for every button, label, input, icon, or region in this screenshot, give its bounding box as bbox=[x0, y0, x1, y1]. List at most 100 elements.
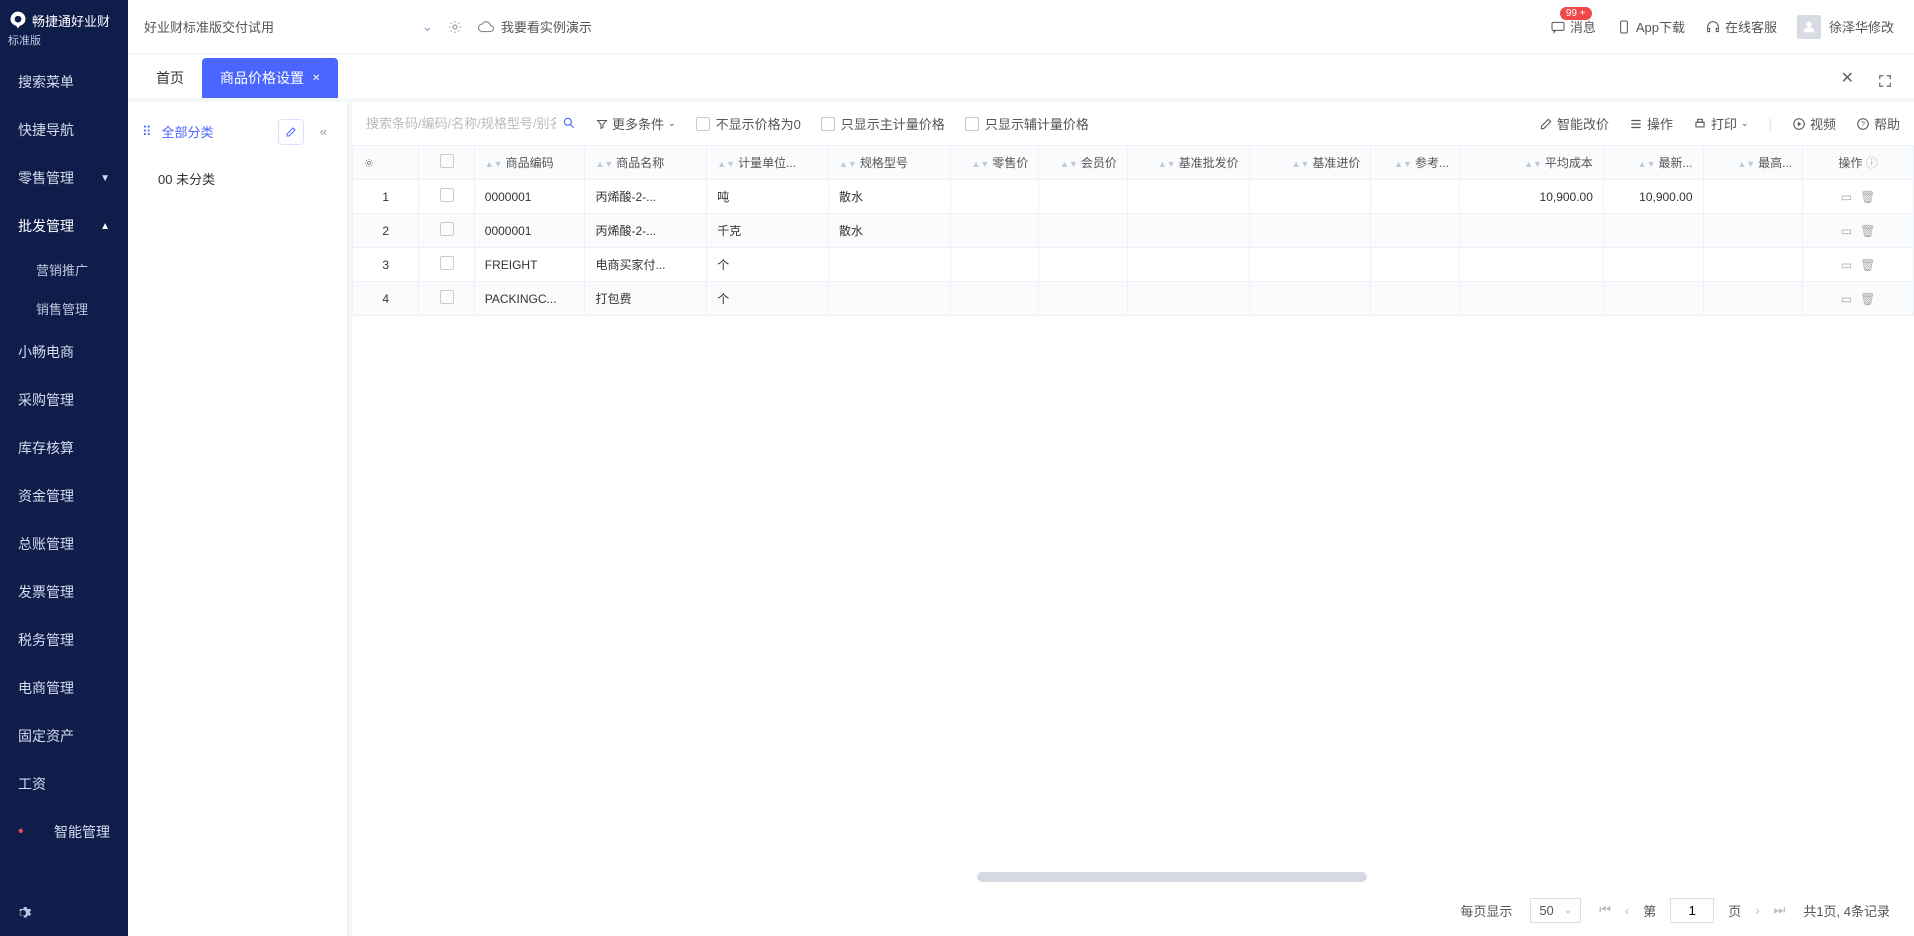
nav-ledger[interactable]: 总账管理 bbox=[0, 520, 128, 568]
nav-retail[interactable]: 零售管理▼ bbox=[0, 154, 128, 202]
help-icon[interactable]: ⓘ bbox=[1866, 156, 1878, 170]
sidebar: 畅捷通好业财 标准版 搜索菜单 快捷导航 零售管理▼ 批发管理▲ 营销推广 销售… bbox=[0, 0, 128, 936]
row-edit-button[interactable]: ▭ bbox=[1841, 190, 1852, 204]
nav-assets[interactable]: 固定资产 bbox=[0, 712, 128, 760]
edit-icon bbox=[285, 126, 297, 138]
col-max[interactable]: ▲▼最高... bbox=[1703, 146, 1803, 180]
tab-price-settings[interactable]: 商品价格设置 ✕ bbox=[202, 58, 338, 98]
col-checkbox[interactable] bbox=[419, 146, 474, 180]
support-button[interactable]: 在线客服 bbox=[1705, 17, 1777, 36]
cloud-icon bbox=[477, 18, 495, 36]
col-wholesale[interactable]: ▲▼基准批发价 bbox=[1127, 146, 1249, 180]
org-settings[interactable] bbox=[447, 19, 463, 35]
checkbox-hide-zero[interactable]: 不显示价格为0 bbox=[696, 114, 801, 133]
nav-wholesale[interactable]: 批发管理▲ bbox=[0, 202, 128, 250]
nav-ecommerce[interactable]: 电商管理 bbox=[0, 664, 128, 712]
brand-subtitle: 标准版 bbox=[0, 32, 128, 58]
nav-inventory[interactable]: 库存核算 bbox=[0, 424, 128, 472]
user-menu[interactable]: 徐泽华修改 bbox=[1797, 15, 1894, 39]
checkbox-main-unit[interactable]: 只显示主计量价格 bbox=[821, 114, 945, 133]
row-edit-button[interactable]: ▭ bbox=[1841, 258, 1852, 272]
chevron-down-icon: ▼ bbox=[100, 173, 110, 184]
row-delete-button[interactable]: 🗑 bbox=[1860, 224, 1875, 238]
nav-ai[interactable]: 智能管理 bbox=[0, 808, 128, 856]
fullscreen-button[interactable] bbox=[1866, 64, 1904, 98]
category-item-uncategorized[interactable]: 00 未分类 bbox=[128, 161, 347, 196]
table-row[interactable]: 10000001丙烯酸-2-...吨散水10,900.0010,900.00▭🗑 bbox=[353, 180, 1914, 214]
collapse-panel-button[interactable]: « bbox=[314, 114, 333, 149]
tab-home[interactable]: 首页 bbox=[138, 58, 202, 98]
demo-link[interactable]: 我要看实例演示 bbox=[477, 17, 592, 36]
edit-icon bbox=[1539, 117, 1553, 131]
row-delete-button[interactable]: 🗑 bbox=[1860, 190, 1875, 204]
nav-shortcut[interactable]: 快捷导航 bbox=[0, 106, 128, 154]
horizontal-scrollbar[interactable] bbox=[352, 872, 1914, 884]
expand-icon bbox=[1878, 74, 1892, 88]
nav-wholesale-sales[interactable]: 销售管理 bbox=[0, 289, 128, 328]
settings-button[interactable] bbox=[0, 890, 128, 936]
row-delete-button[interactable]: 🗑 bbox=[1860, 292, 1875, 306]
col-settings[interactable] bbox=[353, 146, 419, 180]
next-page-button[interactable]: › bbox=[1755, 903, 1759, 918]
row-checkbox[interactable] bbox=[440, 188, 454, 202]
page-number-input[interactable] bbox=[1670, 898, 1714, 923]
col-name[interactable]: ▲▼商品名称 bbox=[585, 146, 707, 180]
smart-price-button[interactable]: 智能改价 bbox=[1539, 114, 1609, 133]
org-selector[interactable]: 好业财标准版交付试用 ⌄ bbox=[144, 17, 433, 36]
col-retail[interactable]: ▲▼零售价 bbox=[950, 146, 1039, 180]
close-all-button[interactable]: ✕ bbox=[1829, 58, 1866, 98]
more-filters-button[interactable]: 更多条件 ⌄ bbox=[596, 114, 676, 133]
nav-invoice[interactable]: 发票管理 bbox=[0, 568, 128, 616]
table-header-row: ▲▼商品编码 ▲▼商品名称 ▲▼计量单位... ▲▼规格型号 ▲▼零售价 ▲▼会… bbox=[353, 146, 1914, 180]
chevron-up-icon: ▲ bbox=[100, 221, 110, 232]
col-ref[interactable]: ▲▼参考... bbox=[1371, 146, 1460, 180]
nav-funds[interactable]: 资金管理 bbox=[0, 472, 128, 520]
table-row[interactable]: 4PACKINGC...打包费个▭🗑 bbox=[353, 282, 1914, 316]
per-page-label: 每页显示 bbox=[1460, 901, 1512, 920]
nav-wholesale-promo[interactable]: 营销推广 bbox=[0, 250, 128, 289]
row-checkbox[interactable] bbox=[440, 256, 454, 270]
table-row[interactable]: 3FREIGHT电商买家付...个▭🗑 bbox=[353, 248, 1914, 282]
messages-button[interactable]: 99 + 消息 bbox=[1550, 17, 1596, 36]
nav-tax[interactable]: 税务管理 bbox=[0, 616, 128, 664]
help-button[interactable]: ? 帮助 bbox=[1856, 114, 1900, 133]
search-input[interactable] bbox=[366, 116, 556, 131]
pager: 每页显示 50⌄ ⏮ ‹ 第 页 › ⏭ 共1页, 4条记录 bbox=[352, 884, 1914, 936]
row-delete-button[interactable]: 🗑 bbox=[1860, 258, 1875, 272]
col-purchase[interactable]: ▲▼基准进价 bbox=[1249, 146, 1371, 180]
nav-search[interactable]: 搜索菜单 bbox=[0, 58, 128, 106]
search-icon[interactable] bbox=[562, 116, 576, 130]
print-icon bbox=[1693, 117, 1707, 131]
row-checkbox[interactable] bbox=[440, 290, 454, 304]
logo: 畅捷通好业财 bbox=[0, 0, 128, 32]
row-edit-button[interactable]: ▭ bbox=[1841, 292, 1852, 306]
col-unit[interactable]: ▲▼计量单位... bbox=[707, 146, 829, 180]
print-button[interactable]: 打印 ⌄ bbox=[1693, 114, 1749, 133]
row-edit-button[interactable]: ▭ bbox=[1841, 224, 1852, 238]
svg-text:?: ? bbox=[1861, 121, 1865, 128]
col-code[interactable]: ▲▼商品编码 bbox=[474, 146, 585, 180]
table-row[interactable]: 20000001丙烯酸-2-...千克散水▭🗑 bbox=[353, 214, 1914, 248]
page-summary: 共1页, 4条记录 bbox=[1803, 901, 1890, 920]
edit-category-button[interactable] bbox=[278, 119, 304, 145]
nav-salary[interactable]: 工资 bbox=[0, 760, 128, 808]
first-page-button[interactable]: ⏮ bbox=[1599, 902, 1611, 918]
nav-ecom[interactable]: 小畅电商 bbox=[0, 328, 128, 376]
close-icon[interactable]: ✕ bbox=[312, 73, 320, 84]
operations-button[interactable]: 操作 bbox=[1629, 114, 1673, 133]
video-button[interactable]: 视频 bbox=[1792, 114, 1836, 133]
nav-purchase[interactable]: 采购管理 bbox=[0, 376, 128, 424]
col-member[interactable]: ▲▼会员价 bbox=[1039, 146, 1128, 180]
logo-icon bbox=[8, 10, 28, 30]
last-page-button[interactable]: ⏭ bbox=[1774, 902, 1786, 918]
all-categories[interactable]: 全部分类 bbox=[162, 122, 214, 141]
checkbox-aux-unit[interactable]: 只显示辅计量价格 bbox=[965, 114, 1089, 133]
col-latest[interactable]: ▲▼最新... bbox=[1603, 146, 1703, 180]
page-size-select[interactable]: 50⌄ bbox=[1530, 898, 1581, 923]
col-spec[interactable]: ▲▼规格型号 bbox=[829, 146, 951, 180]
app-download-button[interactable]: App下载 bbox=[1616, 17, 1685, 36]
prev-page-button[interactable]: ‹ bbox=[1625, 903, 1629, 918]
row-checkbox[interactable] bbox=[440, 222, 454, 236]
chevron-down-icon: ⌄ bbox=[668, 118, 676, 129]
col-avgcost[interactable]: ▲▼平均成本 bbox=[1459, 146, 1603, 180]
